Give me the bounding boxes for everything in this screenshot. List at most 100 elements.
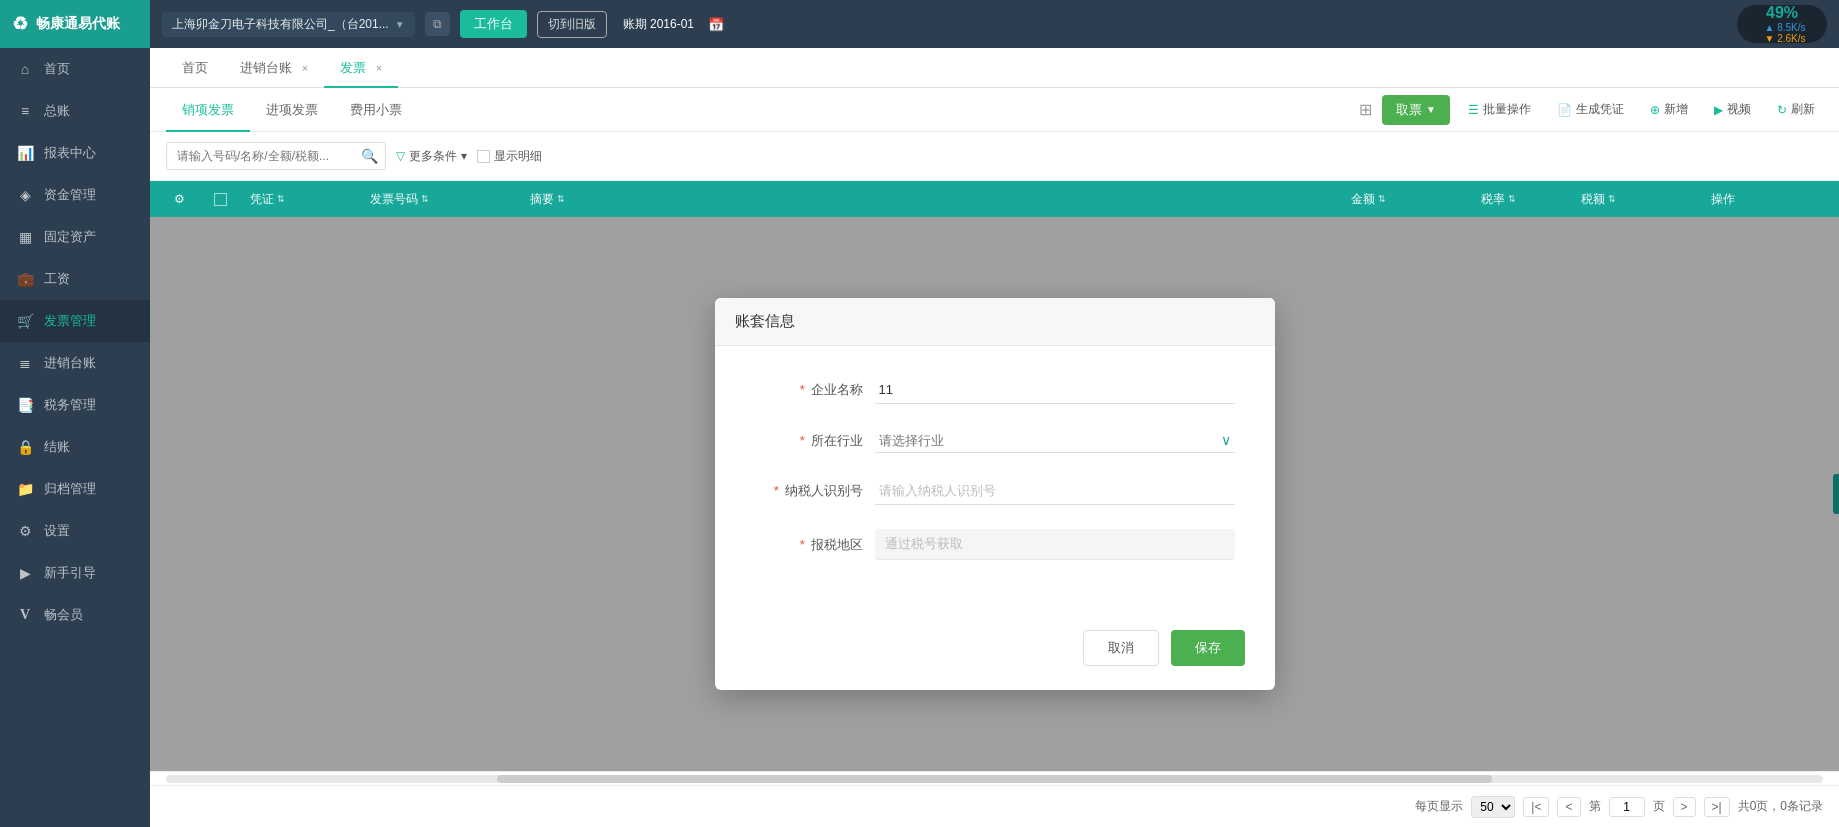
tax-rate-sort-icon[interactable]: ⇅ bbox=[1508, 194, 1516, 204]
table-header: ⚙ 凭证 ⇅ 发票号码 ⇅ 摘要 ⇅ 金额 ⇅ 税率 bbox=[150, 181, 1839, 217]
take-ticket-button[interactable]: 取票 ▼ bbox=[1382, 95, 1450, 125]
sidebar-item-ledger[interactable]: ≡ 总账 bbox=[0, 90, 150, 132]
industry-required-mark: * bbox=[800, 433, 805, 448]
save-label: 保存 bbox=[1195, 640, 1221, 655]
refresh-button[interactable]: ↻ 刷新 bbox=[1769, 97, 1823, 122]
search-icon[interactable]: 🔍 bbox=[361, 148, 378, 164]
sidebar-item-archive[interactable]: 📁 归档管理 bbox=[0, 468, 150, 510]
industry-label: * 所在行业 bbox=[755, 432, 875, 450]
invoice-no-sort-icon[interactable]: ⇅ bbox=[421, 194, 429, 204]
more-conditions-button[interactable]: ▽ 更多条件 ▾ bbox=[396, 148, 467, 165]
per-page-select[interactable]: 50 bbox=[1471, 796, 1515, 818]
search-input[interactable] bbox=[166, 142, 386, 170]
sidebar-item-tax[interactable]: 📑 税务管理 bbox=[0, 384, 150, 426]
horizontal-scrollbar[interactable] bbox=[150, 771, 1839, 785]
voucher-sort-icon[interactable]: ⇅ bbox=[277, 194, 285, 204]
th-amount-label: 金额 bbox=[1351, 191, 1375, 208]
subtab-expense[interactable]: 费用小票 bbox=[334, 88, 418, 132]
industry-select-wrap[interactable]: ∨ bbox=[875, 428, 1235, 453]
sidebar-item-label: 结账 bbox=[44, 438, 70, 456]
next-page-button[interactable]: > bbox=[1673, 797, 1696, 817]
industry-input[interactable] bbox=[879, 433, 1221, 448]
select-all-checkbox[interactable] bbox=[214, 193, 227, 206]
video-button[interactable]: ▶ 视频 bbox=[1706, 97, 1759, 122]
add-new-button[interactable]: ⊕ 新增 bbox=[1642, 97, 1696, 122]
modal-header: 账套信息 bbox=[715, 298, 1275, 346]
last-page-button[interactable]: >| bbox=[1704, 797, 1730, 817]
sidebar-item-funds[interactable]: ◈ 资金管理 bbox=[0, 174, 150, 216]
sidebar-item-label: 固定资产 bbox=[44, 228, 96, 246]
subtabs-bar: 销项发票 进项发票 费用小票 ⊞ 取票 ▼ ☰ 批量操作 bbox=[150, 88, 1839, 132]
tax-region-label: * 报税地区 bbox=[755, 536, 875, 554]
batch-ops-button[interactable]: ☰ 批量操作 bbox=[1460, 97, 1539, 122]
page-end-label: 页 bbox=[1653, 798, 1665, 815]
page-number-input[interactable] bbox=[1609, 797, 1645, 817]
tax-id-label: * 纳税人识别号 bbox=[755, 482, 875, 500]
subtabs-right: ⊞ 取票 ▼ ☰ 批量操作 📄 生成凭证 ⊕ 新增 ▶ bbox=[1359, 95, 1823, 125]
sidebar-item-checkout[interactable]: 🔒 结账 bbox=[0, 426, 150, 468]
sidebar-item-salary[interactable]: 💼 工资 bbox=[0, 258, 150, 300]
sidebar-item-member[interactable]: V 畅会员 bbox=[0, 594, 150, 636]
copy-button[interactable]: ⧉ bbox=[425, 12, 450, 36]
company-selector[interactable]: 上海卯金刀电子科技有限公司_（台201... ▼ bbox=[162, 12, 415, 37]
show-detail-toggle[interactable]: 显示明细 bbox=[477, 148, 542, 165]
member-icon: V bbox=[16, 607, 34, 623]
guide-icon: ▶ bbox=[16, 565, 34, 581]
sidebar-item-home[interactable]: ⌂ 首页 bbox=[0, 48, 150, 90]
subtab-purchase[interactable]: 进项发票 bbox=[250, 88, 334, 132]
grid-icon[interactable]: ⊞ bbox=[1359, 100, 1372, 119]
tab-purchase-label: 进销台账 bbox=[240, 60, 292, 75]
gen-voucher-button[interactable]: 📄 生成凭证 bbox=[1549, 97, 1632, 122]
switch-version-button[interactable]: 切到旧版 bbox=[537, 11, 607, 38]
settings-header-icon[interactable]: ⚙ bbox=[174, 192, 185, 206]
tab-invoice-label: 发票 bbox=[340, 60, 366, 75]
sidebar-item-assets[interactable]: ▦ 固定资产 bbox=[0, 216, 150, 258]
sidebar-item-label: 工资 bbox=[44, 270, 70, 288]
show-detail-checkbox[interactable] bbox=[477, 150, 490, 163]
topbar: 上海卯金刀电子科技有限公司_（台201... ▼ ⧉ 工作台 切到旧版 账期 2… bbox=[150, 0, 1839, 48]
tab-home-label: 首页 bbox=[182, 60, 208, 75]
show-detail-label: 显示明细 bbox=[494, 148, 542, 165]
sidebar-item-reports[interactable]: 📊 报表中心 bbox=[0, 132, 150, 174]
tax-region-placeholder: 通过税号获取 bbox=[885, 536, 963, 551]
calendar-icon[interactable]: 📅 bbox=[708, 17, 724, 32]
save-button[interactable]: 保存 bbox=[1171, 630, 1245, 666]
gen-voucher-label: 生成凭证 bbox=[1576, 101, 1624, 118]
th-voucher: 凭证 ⇅ bbox=[242, 191, 362, 208]
sidebar-item-guide[interactable]: ▶ 新手引导 bbox=[0, 552, 150, 594]
industry-chevron-icon[interactable]: ∨ bbox=[1221, 432, 1231, 448]
modal-footer: 取消 保存 bbox=[715, 614, 1275, 690]
tab-invoice-close[interactable]: × bbox=[376, 62, 382, 74]
tax-id-input[interactable] bbox=[875, 477, 1235, 505]
workbench-button[interactable]: 工作台 bbox=[460, 10, 527, 38]
cancel-button[interactable]: 取消 bbox=[1083, 630, 1159, 666]
sidebar-item-settings[interactable]: ⚙ 设置 bbox=[0, 510, 150, 552]
th-checkbox bbox=[206, 193, 242, 206]
settings-icon: ⚙ bbox=[16, 523, 34, 539]
first-page-button[interactable]: |< bbox=[1523, 797, 1549, 817]
summary-sort-icon[interactable]: ⇅ bbox=[557, 194, 565, 204]
content-area: 账套信息 * 企业名称 bbox=[150, 217, 1839, 771]
gen-voucher-icon: 📄 bbox=[1557, 103, 1572, 117]
subtab-sales[interactable]: 销项发票 bbox=[166, 88, 250, 132]
tab-invoice[interactable]: 发票 × bbox=[324, 48, 398, 88]
tab-purchase-close[interactable]: × bbox=[302, 62, 308, 74]
logo-text: 畅康通易代账 bbox=[36, 15, 120, 33]
amount-sort-icon[interactable]: ⇅ bbox=[1378, 194, 1386, 204]
sidebar-item-purchase[interactable]: ≣ 进销台账 bbox=[0, 342, 150, 384]
th-amount: 金额 ⇅ bbox=[1343, 191, 1473, 208]
tab-home[interactable]: 首页 bbox=[166, 48, 224, 88]
sidebar-item-label: 归档管理 bbox=[44, 480, 96, 498]
company-name-input[interactable] bbox=[875, 376, 1235, 404]
sidebar-item-label: 总账 bbox=[44, 102, 70, 120]
prev-page-button[interactable]: < bbox=[1557, 797, 1580, 817]
form-group-tax-region: * 报税地区 通过税号获取 bbox=[755, 529, 1235, 560]
modal-body: * 企业名称 * 所在行业 bbox=[715, 346, 1275, 614]
more-conditions-arrow: ▾ bbox=[461, 149, 467, 163]
sidebar: ♻ 畅康通易代账 ⌂ 首页 ≡ 总账 📊 报表中心 ◈ 资金管理 ▦ bbox=[0, 0, 150, 827]
scrollbar-thumb[interactable] bbox=[497, 775, 1491, 783]
tax-sort-icon[interactable]: ⇅ bbox=[1608, 194, 1616, 204]
sidebar-item-invoice[interactable]: 🛒 发票管理 bbox=[0, 300, 150, 342]
tab-purchase[interactable]: 进销台账 × bbox=[224, 48, 324, 88]
funnel-icon: ▽ bbox=[396, 149, 405, 163]
